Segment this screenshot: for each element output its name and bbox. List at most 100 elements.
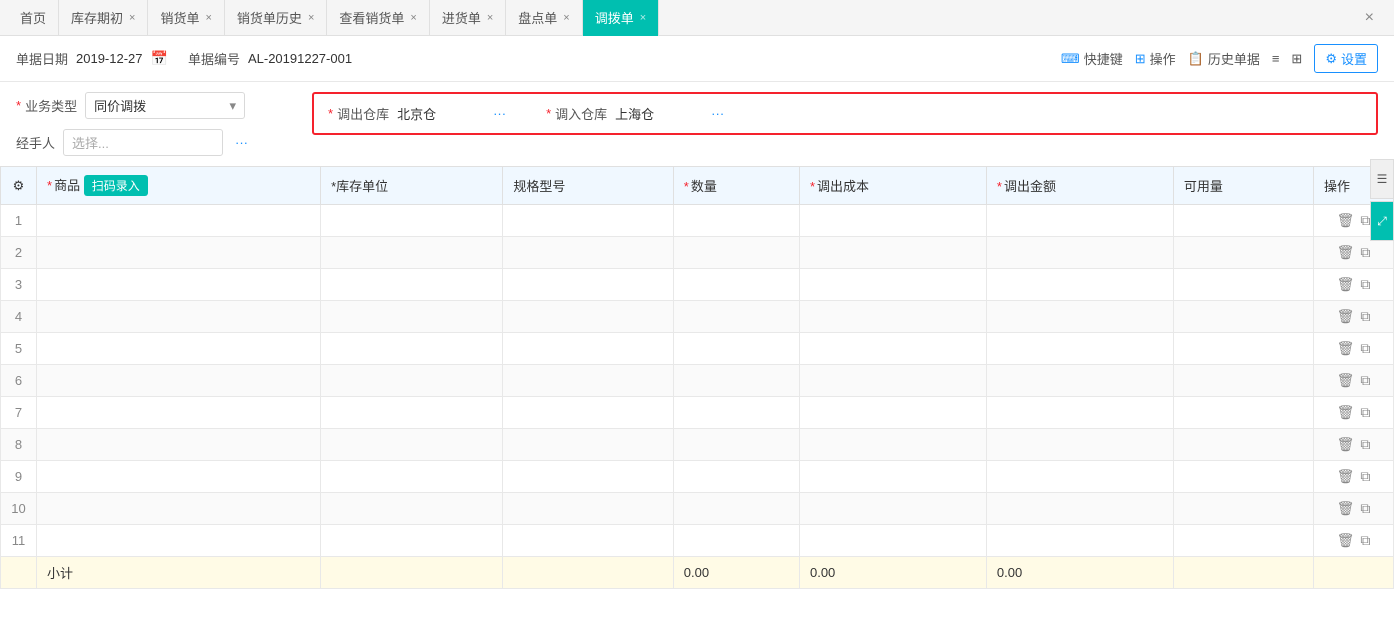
delete-icon[interactable]: 🗑 — [1337, 276, 1355, 293]
cell-quantity[interactable] — [673, 429, 799, 461]
cell-cost[interactable] — [799, 365, 986, 397]
cell-available[interactable] — [1173, 397, 1313, 429]
copy-icon[interactable]: ⧉ — [1360, 500, 1370, 517]
cell-available[interactable] — [1173, 429, 1313, 461]
tab-transfer[interactable]: 调拨单 × — [583, 0, 659, 36]
operations-action[interactable]: ⊞ 操作 — [1135, 49, 1176, 68]
cell-unit[interactable] — [321, 237, 503, 269]
cell-product[interactable] — [37, 365, 321, 397]
copy-icon[interactable]: ⧉ — [1360, 436, 1370, 453]
delete-icon[interactable]: 🗑 — [1337, 404, 1355, 421]
side-expand-btn[interactable]: ⤢ — [1370, 201, 1394, 241]
delete-icon[interactable]: 🗑 — [1337, 532, 1355, 549]
cell-unit[interactable] — [321, 269, 503, 301]
tab-sales-order[interactable]: 销货单 × — [148, 0, 224, 36]
cell-product[interactable] — [37, 301, 321, 333]
business-type-select[interactable]: 同价调拨 ▾ — [85, 92, 245, 119]
delete-icon[interactable]: 🗑 — [1337, 468, 1355, 485]
copy-icon[interactable]: ⧉ — [1360, 372, 1370, 389]
cell-amount[interactable] — [986, 429, 1173, 461]
cell-quantity[interactable] — [673, 205, 799, 237]
cell-quantity[interactable] — [673, 333, 799, 365]
cell-cost[interactable] — [799, 525, 986, 557]
cell-quantity[interactable] — [673, 269, 799, 301]
side-list-btn[interactable]: ☰ — [1370, 159, 1394, 199]
calendar-icon[interactable]: 📅 — [151, 50, 168, 67]
tab-close-stocktake[interactable]: × — [563, 12, 569, 24]
copy-icon[interactable]: ⧉ — [1360, 532, 1370, 549]
cell-cost[interactable] — [799, 397, 986, 429]
tab-bar-close-all[interactable]: × — [1353, 9, 1386, 27]
cell-spec[interactable] — [503, 493, 673, 525]
cell-unit[interactable] — [321, 397, 503, 429]
cell-spec[interactable] — [503, 461, 673, 493]
delete-icon[interactable]: 🗑 — [1337, 308, 1355, 325]
cell-spec[interactable] — [503, 397, 673, 429]
cell-amount[interactable] — [986, 461, 1173, 493]
cell-cost[interactable] — [799, 461, 986, 493]
cell-amount[interactable] — [986, 525, 1173, 557]
cell-available[interactable] — [1173, 493, 1313, 525]
cell-cost[interactable] — [799, 269, 986, 301]
cell-spec[interactable] — [503, 237, 673, 269]
cell-spec[interactable] — [503, 525, 673, 557]
cell-amount[interactable] — [986, 493, 1173, 525]
cell-cost[interactable] — [799, 237, 986, 269]
cell-quantity[interactable] — [673, 525, 799, 557]
cell-unit[interactable] — [321, 493, 503, 525]
cell-quantity[interactable] — [673, 301, 799, 333]
layout-icon-list[interactable]: ≡ — [1272, 51, 1280, 66]
cell-product[interactable] — [37, 237, 321, 269]
cell-cost[interactable] — [799, 205, 986, 237]
scan-entry-button[interactable]: 扫码录入 — [84, 175, 148, 196]
cell-product[interactable] — [37, 333, 321, 365]
cell-product[interactable] — [37, 525, 321, 557]
cell-unit[interactable] — [321, 429, 503, 461]
tab-inventory-init[interactable]: 库存期初 × — [59, 0, 148, 36]
cell-product[interactable] — [37, 429, 321, 461]
copy-icon[interactable]: ⧉ — [1360, 308, 1370, 325]
delete-icon[interactable]: 🗑 — [1337, 244, 1355, 261]
tab-close-transfer[interactable]: × — [640, 12, 646, 24]
cell-available[interactable] — [1173, 333, 1313, 365]
cell-amount[interactable] — [986, 269, 1173, 301]
delete-icon[interactable]: 🗑 — [1337, 372, 1355, 389]
cell-available[interactable] — [1173, 525, 1313, 557]
tab-close-view-sales[interactable]: × — [410, 12, 416, 24]
delete-icon[interactable]: 🗑 — [1337, 340, 1355, 357]
cell-quantity[interactable] — [673, 365, 799, 397]
cell-unit[interactable] — [321, 301, 503, 333]
cell-product[interactable] — [37, 461, 321, 493]
copy-icon[interactable]: ⧉ — [1360, 468, 1370, 485]
handler-more-icon[interactable]: ··· — [235, 135, 248, 150]
cell-amount[interactable] — [986, 205, 1173, 237]
delete-icon[interactable]: 🗑 — [1337, 436, 1355, 453]
cell-unit[interactable] — [321, 365, 503, 397]
cell-available[interactable] — [1173, 205, 1313, 237]
cell-cost[interactable] — [799, 301, 986, 333]
tab-close-purchase[interactable]: × — [487, 12, 493, 24]
cell-amount[interactable] — [986, 333, 1173, 365]
tab-purchase[interactable]: 进货单 × — [430, 0, 506, 36]
cell-amount[interactable] — [986, 237, 1173, 269]
copy-icon[interactable]: ⧉ — [1360, 276, 1370, 293]
handler-select[interactable]: 选择... — [63, 129, 223, 156]
cell-amount[interactable] — [986, 397, 1173, 429]
cell-spec[interactable] — [503, 269, 673, 301]
cell-cost[interactable] — [799, 333, 986, 365]
cell-amount[interactable] — [986, 301, 1173, 333]
cell-cost[interactable] — [799, 493, 986, 525]
cell-unit[interactable] — [321, 525, 503, 557]
copy-icon[interactable]: ⧉ — [1360, 340, 1370, 357]
cell-available[interactable] — [1173, 365, 1313, 397]
cell-unit[interactable] — [321, 205, 503, 237]
cell-product[interactable] — [37, 493, 321, 525]
transfer-out-more-icon[interactable]: ··· — [493, 106, 506, 121]
cell-quantity[interactable] — [673, 237, 799, 269]
cell-amount[interactable] — [986, 365, 1173, 397]
cell-available[interactable] — [1173, 237, 1313, 269]
tab-stocktake[interactable]: 盘点单 × — [506, 0, 582, 36]
cell-cost[interactable] — [799, 429, 986, 461]
cell-product[interactable] — [37, 205, 321, 237]
cell-spec[interactable] — [503, 301, 673, 333]
